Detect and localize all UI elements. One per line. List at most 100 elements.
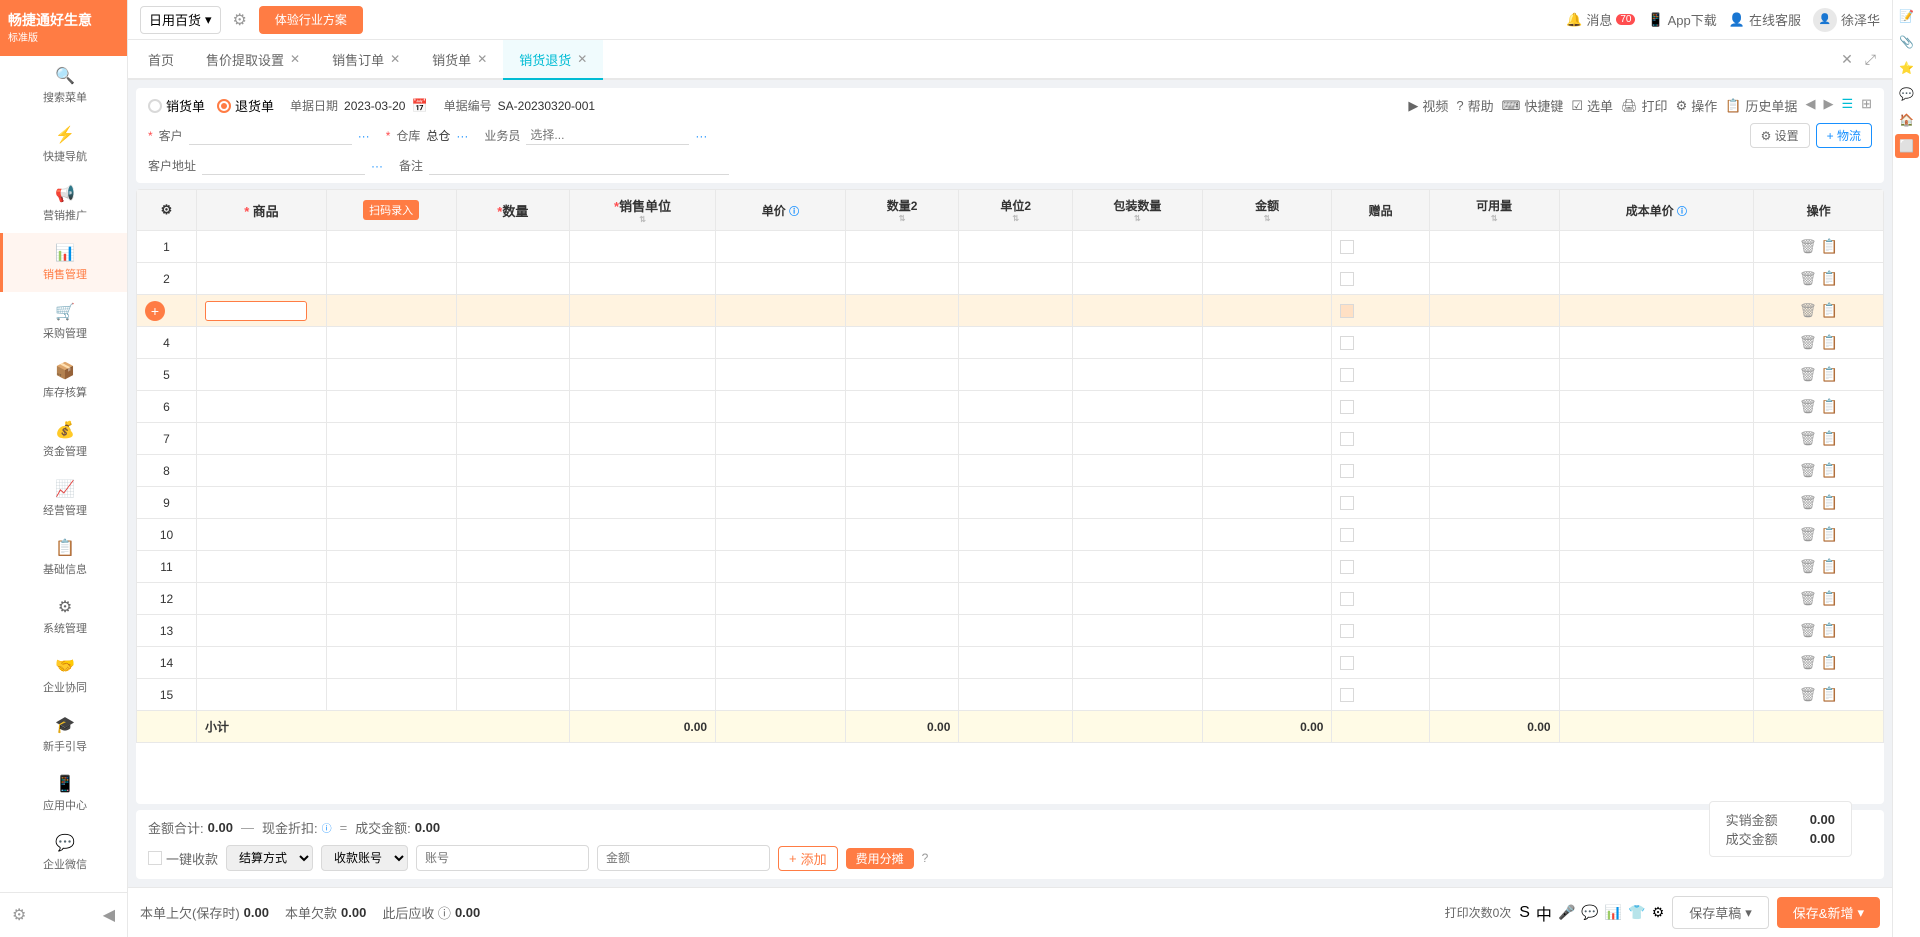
tab-sales-return[interactable]: 销货退货 ✕: [503, 40, 603, 80]
settings-icon[interactable]: ⚙: [161, 202, 173, 217]
tab-close-icon[interactable]: ✕: [577, 53, 587, 65]
qty2-cell[interactable]: [845, 231, 959, 263]
sidebar-item-enterprise[interactable]: 🤝 企业协同: [0, 646, 127, 705]
gift-checkbox[interactable]: [1340, 240, 1354, 254]
product-cell[interactable]: [197, 231, 327, 263]
logistics-btn[interactable]: + 物流: [1816, 123, 1872, 148]
tab-sales[interactable]: 销货单 ✕: [416, 40, 503, 80]
copy-row-icon[interactable]: 📋: [1821, 334, 1838, 351]
select-btn[interactable]: ☑ 选单: [1571, 96, 1613, 115]
right-panel-btn-1[interactable]: 📝: [1895, 4, 1919, 28]
help-btn[interactable]: ? 帮助: [1456, 96, 1493, 115]
delete-row-icon[interactable]: 🗑: [1799, 334, 1817, 351]
delete-row-icon[interactable]: 🗑: [1799, 302, 1817, 319]
message-btn[interactable]: 🔔 消息 70: [1566, 10, 1635, 29]
sidebar-item-finance[interactable]: 💰 资金管理: [0, 410, 127, 469]
unit-cell[interactable]: [570, 295, 716, 327]
sidebar-settings-btn[interactable]: ⚙: [8, 901, 30, 929]
right-panel-btn-6[interactable]: ⬜: [1895, 134, 1919, 158]
product-input-active[interactable]: [205, 301, 306, 321]
history-btn[interactable]: 📋 历史单据: [1725, 96, 1797, 115]
copy-row-icon[interactable]: 📋: [1821, 430, 1838, 447]
tab-close-icon[interactable]: ✕: [290, 53, 300, 65]
topbar-gear-icon[interactable]: ⚙: [229, 6, 251, 34]
account-select[interactable]: 收款账号: [321, 845, 408, 871]
industry-select[interactable]: 日用百货 ▾: [140, 6, 221, 34]
grid-view-icon[interactable]: ⊞: [1861, 96, 1872, 115]
print-btn[interactable]: 🖨 打印: [1621, 96, 1668, 115]
delete-row-icon[interactable]: 🗑: [1799, 558, 1817, 575]
sidebar-item-guide[interactable]: 🎓 新手引导: [0, 705, 127, 764]
gift-checkbox[interactable]: [1340, 592, 1354, 606]
sidebar-item-inventory[interactable]: 📦 库存核算: [0, 351, 127, 410]
address-input[interactable]: [202, 156, 365, 175]
copy-row-icon[interactable]: 📋: [1821, 366, 1838, 383]
prev-record-icon[interactable]: ◀: [1805, 96, 1815, 115]
amount-cell[interactable]: [1202, 263, 1332, 295]
sidebar-item-vip[interactable]: V 畅会员: [0, 882, 127, 892]
customer-input[interactable]: [189, 126, 352, 145]
quick-payment-check[interactable]: 一键收款: [148, 849, 218, 868]
gift-checkbox[interactable]: [1340, 560, 1354, 574]
tab-home[interactable]: 首页: [132, 40, 190, 80]
delete-row-icon[interactable]: 🗑: [1799, 686, 1817, 703]
amount-cell[interactable]: [1202, 295, 1332, 327]
qty-cell[interactable]: [456, 263, 570, 295]
copy-row-icon[interactable]: 📋: [1821, 622, 1838, 639]
sidebar-item-purchase[interactable]: 🛒 采购管理: [0, 292, 127, 351]
gift-checkbox[interactable]: [1340, 272, 1354, 286]
calendar-icon[interactable]: 📅: [411, 98, 427, 114]
unit-cell[interactable]: [570, 263, 716, 295]
sidebar-item-system[interactable]: ⚙ 系统管理: [0, 587, 127, 646]
product-cell-active[interactable]: [197, 295, 327, 327]
copy-row-icon[interactable]: 📋: [1821, 270, 1838, 287]
experience-btn[interactable]: 体验行业方案: [259, 6, 363, 34]
operations-btn[interactable]: ⚙ 操作: [1676, 96, 1718, 115]
qty-cell[interactable]: [456, 295, 570, 327]
pkg-qty-cell[interactable]: [1072, 231, 1202, 263]
sidebar-item-apps[interactable]: 📱 应用中心: [0, 764, 127, 823]
gift-checkbox[interactable]: [1340, 528, 1354, 542]
copy-row-icon[interactable]: 📋: [1821, 686, 1838, 703]
qty2-cell[interactable]: [845, 263, 959, 295]
amount-input[interactable]: [597, 845, 770, 871]
unit2-cell[interactable]: [959, 295, 1073, 327]
tab-price-settings[interactable]: 售价提取设置 ✕: [190, 40, 316, 80]
fee-split-btn[interactable]: 费用分摊: [846, 848, 914, 869]
staff-dots[interactable]: ···: [695, 129, 707, 143]
next-record-icon[interactable]: ▶: [1823, 96, 1833, 115]
copy-row-icon[interactable]: 📋: [1821, 238, 1838, 255]
delete-row-icon[interactable]: 🗑: [1799, 462, 1817, 479]
sidebar-item-shortcuts[interactable]: ⚡ 快捷导航: [0, 115, 127, 174]
save-new-btn[interactable]: 保存&新增 ▾: [1777, 897, 1880, 928]
product-cell[interactable]: [197, 327, 327, 359]
setting-btn[interactable]: ⚙ 设置: [1750, 123, 1810, 148]
app-download-btn[interactable]: 📱 App下载: [1647, 10, 1716, 29]
copy-row-icon[interactable]: 📋: [1821, 494, 1838, 511]
right-panel-btn-4[interactable]: 💬: [1895, 82, 1919, 106]
list-view-icon[interactable]: ☰: [1841, 96, 1853, 115]
delete-row-icon[interactable]: 🗑: [1799, 430, 1817, 447]
close-tab-icon[interactable]: ✕: [1837, 47, 1857, 72]
qty-cell[interactable]: [456, 231, 570, 263]
price-cell[interactable]: [716, 295, 846, 327]
fee-help-icon[interactable]: ?: [922, 851, 929, 865]
scan-btn[interactable]: 扫码录入: [363, 200, 419, 220]
right-panel-btn-2[interactable]: 📎: [1895, 30, 1919, 54]
delete-row-icon[interactable]: 🗑: [1799, 366, 1817, 383]
copy-row-icon[interactable]: 📋: [1821, 526, 1838, 543]
pkg-qty-cell[interactable]: [1072, 295, 1202, 327]
pkg-qty-cell[interactable]: [1072, 263, 1202, 295]
product-cell[interactable]: [197, 455, 327, 487]
price-cell[interactable]: [716, 231, 846, 263]
delete-row-icon[interactable]: 🗑: [1799, 590, 1817, 607]
gift-checkbox[interactable]: [1340, 624, 1354, 638]
gift-checkbox[interactable]: [1340, 336, 1354, 350]
note-input[interactable]: [429, 156, 729, 175]
copy-row-icon[interactable]: 📋: [1821, 302, 1838, 319]
delete-row-icon[interactable]: 🗑: [1799, 238, 1817, 255]
maximize-icon[interactable]: ⤢: [1861, 47, 1880, 72]
product-cell[interactable]: [197, 263, 327, 295]
copy-row-icon[interactable]: 📋: [1821, 654, 1838, 671]
product-cell[interactable]: [197, 519, 327, 551]
